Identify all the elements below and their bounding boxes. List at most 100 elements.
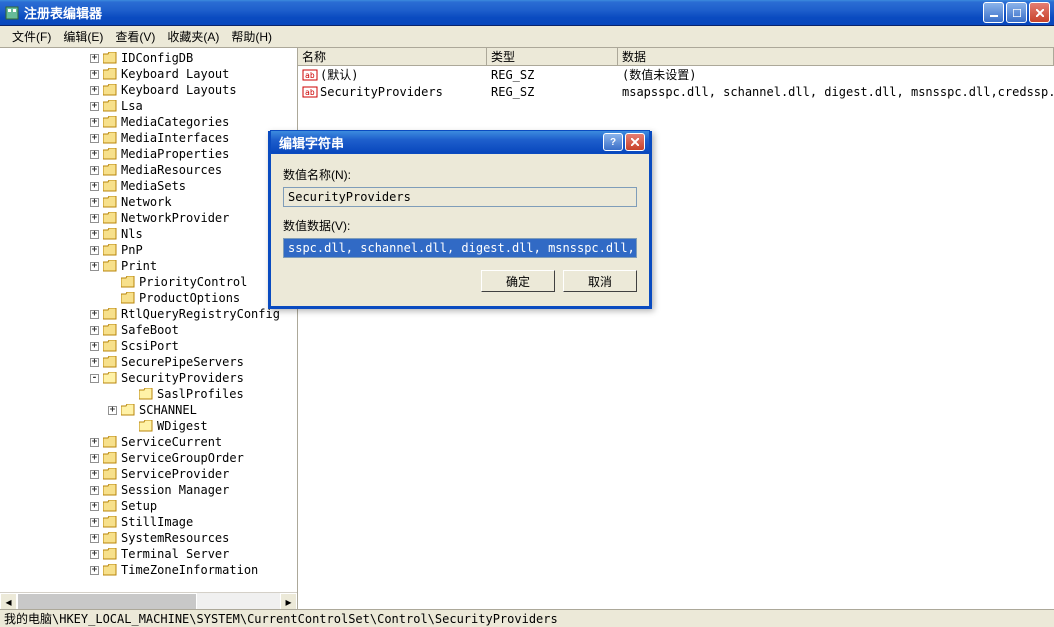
menu-favorites[interactable]: 收藏夹(A) bbox=[161, 26, 225, 47]
expand-icon[interactable]: + bbox=[90, 262, 99, 271]
tree-node[interactable]: ProductOptions bbox=[0, 290, 297, 306]
expand-icon[interactable]: + bbox=[90, 454, 99, 463]
minimize-button[interactable] bbox=[983, 2, 1004, 23]
tree-node-label: PnP bbox=[121, 243, 143, 257]
value-row[interactable]: abSecurityProvidersREG_SZmsapsspc.dll, s… bbox=[298, 83, 1054, 100]
folder-icon bbox=[103, 308, 117, 320]
tree-node[interactable]: +IDConfigDB bbox=[0, 50, 297, 66]
folder-icon bbox=[103, 468, 117, 480]
expand-icon[interactable]: + bbox=[90, 502, 99, 511]
tree-node[interactable]: + SecurePipeServers bbox=[0, 354, 297, 370]
tree-node[interactable]: +Keyboard Layout bbox=[0, 66, 297, 82]
dialog-help-button[interactable]: ? bbox=[603, 133, 623, 151]
folder-icon bbox=[103, 212, 117, 224]
expand-icon[interactable]: + bbox=[90, 470, 99, 479]
expand-icon[interactable]: + bbox=[90, 438, 99, 447]
tree-node[interactable]: +MediaInterfaces bbox=[0, 130, 297, 146]
dialog-title-bar[interactable]: 编辑字符串 ? bbox=[270, 130, 650, 154]
tree-node[interactable]: +ServiceProvider bbox=[0, 466, 297, 482]
scroll-left-icon[interactable]: ◂ bbox=[0, 593, 17, 609]
expand-icon[interactable]: + bbox=[90, 534, 99, 543]
tree-node[interactable]: +Terminal Server bbox=[0, 546, 297, 562]
ok-button[interactable]: 确定 bbox=[481, 270, 555, 292]
tree-node-label: SCHANNEL bbox=[139, 403, 197, 417]
expand-icon[interactable]: + bbox=[90, 310, 99, 319]
expand-icon[interactable]: + bbox=[90, 550, 99, 559]
tree-node[interactable]: PriorityControl bbox=[0, 274, 297, 290]
menu-view[interactable]: 查看(V) bbox=[109, 26, 161, 47]
expand-icon[interactable]: + bbox=[90, 182, 99, 191]
tree-node[interactable]: +MediaSets bbox=[0, 178, 297, 194]
tree-node-label: PriorityControl bbox=[139, 275, 247, 289]
tree-node[interactable]: SaslProfiles bbox=[0, 386, 297, 402]
expand-icon[interactable]: + bbox=[90, 70, 99, 79]
tree-node[interactable]: +NetworkProvider bbox=[0, 210, 297, 226]
expand-icon[interactable]: + bbox=[90, 326, 99, 335]
expand-icon[interactable]: + bbox=[90, 246, 99, 255]
expand-icon[interactable]: + bbox=[108, 406, 117, 415]
tree-node[interactable]: + Setup bbox=[0, 498, 297, 514]
expand-icon[interactable]: + bbox=[90, 198, 99, 207]
expand-icon[interactable]: + bbox=[90, 566, 99, 575]
expand-icon[interactable]: + bbox=[90, 518, 99, 527]
value-list[interactable]: ab(默认)REG_SZ(数值未设置)abSecurityProvidersRE… bbox=[298, 66, 1054, 100]
expand-icon[interactable]: + bbox=[90, 134, 99, 143]
tree-node[interactable]: +ScsiPort bbox=[0, 338, 297, 354]
tree-node[interactable]: + PnP bbox=[0, 242, 297, 258]
tree-node[interactable]: +Session Manager bbox=[0, 482, 297, 498]
tree-horizontal-scrollbar[interactable]: ◂ ▸ bbox=[0, 592, 297, 609]
tree-node[interactable]: +Lsa bbox=[0, 98, 297, 114]
folder-icon bbox=[103, 516, 117, 528]
column-name[interactable]: 名称 bbox=[298, 48, 487, 65]
menu-file[interactable]: 文件(F) bbox=[6, 26, 57, 47]
value-data-input[interactable] bbox=[283, 238, 637, 258]
registry-tree[interactable]: +IDConfigDB+Keyboard Layout+Keyboard Lay… bbox=[0, 48, 297, 580]
tree-node-label: SecurePipeServers bbox=[121, 355, 244, 369]
expand-icon[interactable]: + bbox=[90, 214, 99, 223]
folder-icon bbox=[103, 436, 117, 448]
tree-node[interactable]: + SCHANNEL bbox=[0, 402, 297, 418]
value-row[interactable]: ab(默认)REG_SZ(数值未设置) bbox=[298, 66, 1054, 83]
dialog-close-button[interactable] bbox=[625, 133, 645, 151]
expand-icon[interactable]: + bbox=[90, 102, 99, 111]
tree-node[interactable]: WDigest bbox=[0, 418, 297, 434]
expand-icon[interactable]: + bbox=[90, 358, 99, 367]
collapse-icon[interactable]: - bbox=[90, 374, 99, 383]
tree-node[interactable]: -SecurityProviders bbox=[0, 370, 297, 386]
expand-icon[interactable]: + bbox=[90, 54, 99, 63]
tree-node[interactable]: +Keyboard Layouts bbox=[0, 82, 297, 98]
maximize-button[interactable] bbox=[1006, 2, 1027, 23]
scroll-right-icon[interactable]: ▸ bbox=[280, 593, 297, 609]
tree-node[interactable]: +ServiceGroupOrder bbox=[0, 450, 297, 466]
folder-icon bbox=[103, 324, 117, 336]
expand-icon[interactable]: + bbox=[90, 150, 99, 159]
tree-node-label: TimeZoneInformation bbox=[121, 563, 258, 577]
tree-node[interactable]: +SystemResources bbox=[0, 530, 297, 546]
expand-icon[interactable]: + bbox=[90, 486, 99, 495]
expand-icon[interactable]: + bbox=[90, 86, 99, 95]
close-button[interactable] bbox=[1029, 2, 1050, 23]
tree-node[interactable]: +StillImage bbox=[0, 514, 297, 530]
tree-node[interactable]: +Network bbox=[0, 194, 297, 210]
tree-node-label: SaslProfiles bbox=[157, 387, 244, 401]
menu-edit[interactable]: 编辑(E) bbox=[57, 26, 109, 47]
column-data[interactable]: 数据 bbox=[618, 48, 1054, 65]
tree-node[interactable]: +Print bbox=[0, 258, 297, 274]
tree-node[interactable]: +Nls bbox=[0, 226, 297, 242]
tree-node[interactable]: +ServiceCurrent bbox=[0, 434, 297, 450]
tree-node[interactable]: + TimeZoneInformation bbox=[0, 562, 297, 578]
column-type[interactable]: 类型 bbox=[487, 48, 618, 65]
tree-node[interactable]: +MediaResources bbox=[0, 162, 297, 178]
tree-node-label: Setup bbox=[121, 499, 157, 513]
menu-help[interactable]: 帮助(H) bbox=[225, 26, 278, 47]
tree-node[interactable]: +SafeBoot bbox=[0, 322, 297, 338]
tree-node[interactable]: +MediaCategories bbox=[0, 114, 297, 130]
expand-icon[interactable]: + bbox=[90, 230, 99, 239]
svg-text:ab: ab bbox=[305, 88, 315, 97]
cancel-button[interactable]: 取消 bbox=[563, 270, 637, 292]
tree-node[interactable]: +MediaProperties bbox=[0, 146, 297, 162]
expand-icon[interactable]: + bbox=[90, 166, 99, 175]
expand-icon[interactable]: + bbox=[90, 342, 99, 351]
tree-node[interactable]: +RtlQueryRegistryConfig bbox=[0, 306, 297, 322]
expand-icon[interactable]: + bbox=[90, 118, 99, 127]
